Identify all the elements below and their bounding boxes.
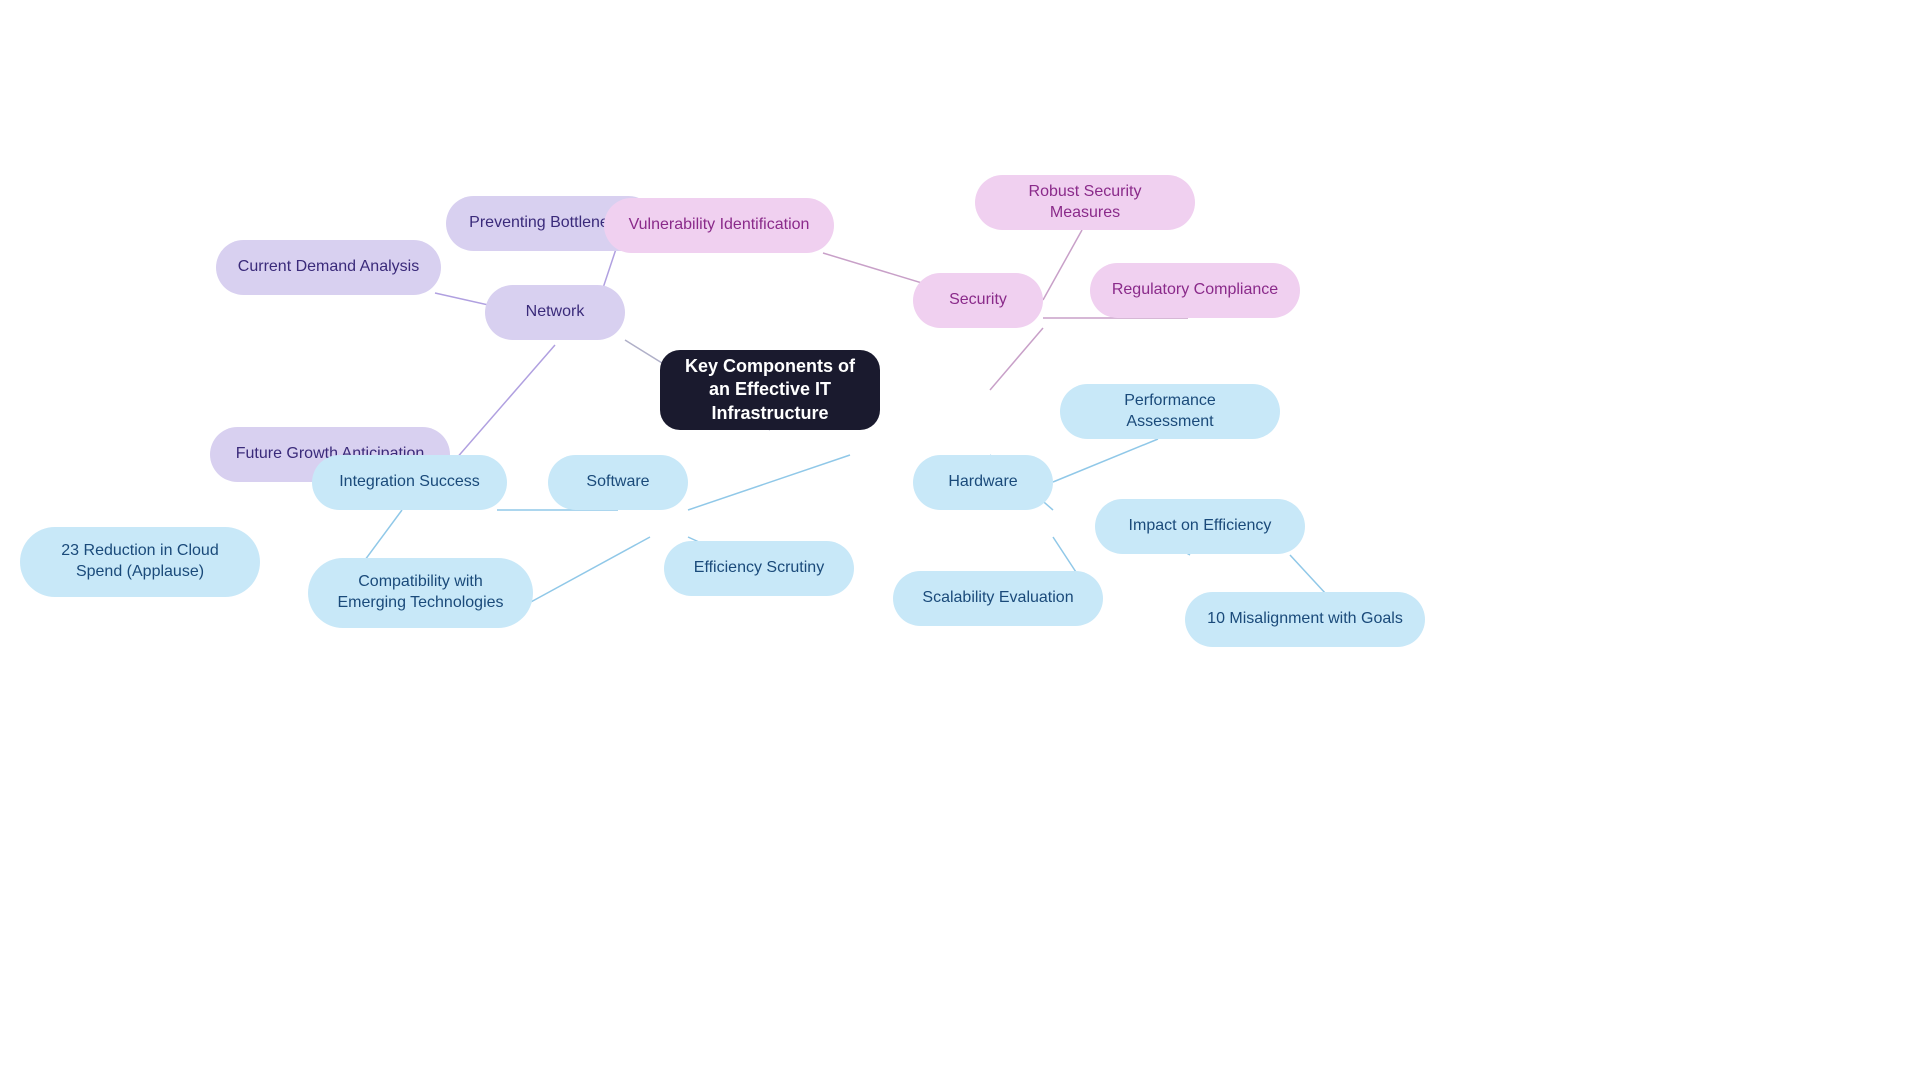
current-demand-analysis-node: Current Demand Analysis [216,240,441,295]
scalability-evaluation-node: Scalability Evaluation [893,571,1103,626]
center-node: Key Components of an Effective IT Infras… [660,350,880,430]
misalignment-goals-node: 10 Misalignment with Goals [1185,592,1425,647]
compatibility-emerging-technologies-node: Compatibility with Emerging Technologies [308,558,533,628]
software-node: Software [548,455,688,510]
impact-on-efficiency-node: Impact on Efficiency [1095,499,1305,554]
hardware-node: Hardware [913,455,1053,510]
robust-security-measures-node: Robust Security Measures [975,175,1195,230]
efficiency-scrutiny-node: Efficiency Scrutiny [664,541,854,596]
regulatory-compliance-node: Regulatory Compliance [1090,263,1300,318]
security-node: Security [913,273,1043,328]
performance-assessment-node: Performance Assessment [1060,384,1280,439]
vulnerability-identification-node: Vulnerability Identification [604,198,834,253]
integration-success-node: Integration Success [312,455,507,510]
cloud-spend-reduction-node: 23 Reduction in Cloud Spend (Applause) [20,527,260,597]
network-node: Network [485,285,625,340]
